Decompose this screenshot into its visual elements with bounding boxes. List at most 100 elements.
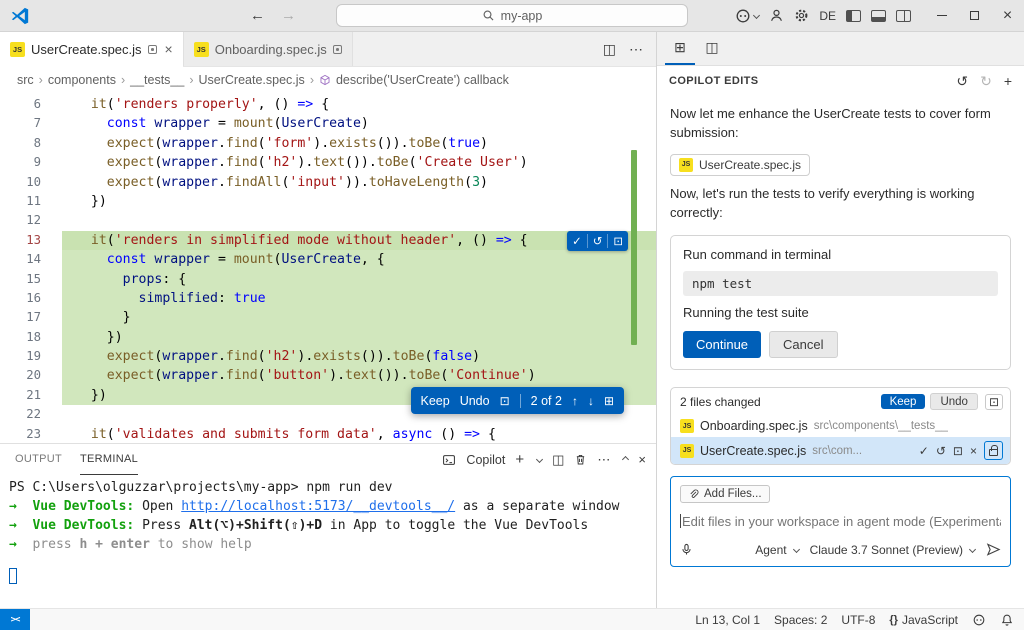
accept-change-icon[interactable]: ✓	[567, 234, 587, 248]
code-line[interactable]: 13 it('renders in simplified mode withou…	[0, 231, 656, 250]
back-icon[interactable]: ←	[250, 7, 265, 24]
discard-file-icon[interactable]: ↺	[936, 444, 946, 458]
accept-file-icon[interactable]: ✓	[919, 444, 929, 458]
modified-indicator[interactable]	[333, 45, 342, 54]
code-line[interactable]: 14 const wrapper = mount(UserCreate, {	[0, 250, 656, 269]
breadcrumb-item[interactable]: UserCreate.spec.js	[199, 73, 305, 87]
text-cursor	[680, 514, 681, 528]
editor-more-actions-icon[interactable]: ⋯	[629, 41, 643, 58]
close-panel-icon[interactable]: ×	[638, 452, 646, 467]
cancel-button[interactable]: Cancel	[769, 331, 837, 358]
toggle-secondary-sidebar-icon[interactable]	[896, 10, 911, 22]
undo-all-files-button[interactable]: Undo	[930, 393, 978, 410]
forward-icon[interactable]: →	[281, 7, 296, 24]
terminal-profile-label[interactable]: Copilot	[466, 453, 505, 467]
code-line[interactable]: 6 it('renders properly', () => {	[0, 95, 656, 114]
terminal-link[interactable]: http://localhost:5173/__devtools__/	[181, 499, 455, 514]
file-chip[interactable]: JS UserCreate.spec.js	[670, 154, 810, 176]
code-line[interactable]: 16 simplified: true	[0, 289, 656, 308]
open-diff-icon[interactable]: ⊡	[953, 444, 963, 458]
open-changes-icon[interactable]: ⊞	[604, 394, 614, 408]
kill-terminal-icon[interactable]	[574, 453, 587, 466]
toggle-panel-icon[interactable]	[871, 10, 886, 22]
code-line[interactable]: 20 expect(wrapper.find('button').text())…	[0, 366, 656, 385]
code-line[interactable]: 17 }	[0, 308, 656, 327]
open-file-icon[interactable]: ⊡	[500, 394, 510, 408]
keep-all-files-button[interactable]: Keep	[881, 394, 926, 409]
maximize-panel-icon[interactable]	[622, 456, 629, 463]
undo-last-edit-icon[interactable]: ↺	[956, 73, 968, 90]
close-file-icon[interactable]: ×	[970, 444, 977, 458]
accounts-icon[interactable]	[769, 8, 784, 23]
settings-gear-icon[interactable]	[794, 8, 809, 23]
split-editor-icon[interactable]: ◫	[603, 41, 616, 58]
command-center-search[interactable]: my-app	[336, 4, 688, 27]
code-line[interactable]: 10 expect(wrapper.findAll('input')).toHa…	[0, 173, 656, 192]
maximize-button[interactable]	[958, 0, 991, 32]
keep-button[interactable]: Keep	[421, 394, 450, 408]
code-text: props: {	[62, 270, 656, 289]
terminal-output[interactable]: PS C:\Users\olguzzar\projects\my-app> np…	[0, 475, 656, 608]
code-line[interactable]: 8 expect(wrapper.find('form').exists()).…	[0, 134, 656, 153]
profile-badge[interactable]: DE	[819, 9, 836, 23]
redo-last-edit-icon[interactable]: ↻	[980, 73, 992, 90]
chat-view-icon[interactable]: ◫	[697, 32, 727, 65]
changed-file-row[interactable]: JSOnboarding.spec.jssrc\components\__tes…	[671, 415, 1010, 437]
code-line[interactable]: 9 expect(wrapper.find('h2').text()).toBe…	[0, 153, 656, 172]
new-edit-session-icon[interactable]: +	[1004, 73, 1012, 89]
code-line[interactable]: 12	[0, 211, 656, 230]
terminal-lines: PS C:\Users\olguzzar\projects\my-app> np…	[9, 478, 656, 554]
previous-edit-icon[interactable]: ↑	[572, 394, 578, 408]
cursor-position[interactable]: Ln 13, Col 1	[695, 613, 760, 627]
changed-file-row[interactable]: JSUserCreate.spec.jssrc\com...✓↺⊡×	[671, 437, 1010, 464]
code-line[interactable]: 15 props: {	[0, 270, 656, 289]
breadcrumb-item[interactable]: describe('UserCreate') callback	[336, 73, 509, 87]
agent-mode-dropdown[interactable]: Agent	[755, 543, 798, 557]
panel-tab-output[interactable]: OUTPUT	[15, 444, 62, 475]
panel-tab-terminal[interactable]: TERMINAL	[80, 444, 138, 475]
view-all-edits-icon[interactable]: ⊡	[985, 394, 1003, 410]
code-line[interactable]: 18 })	[0, 328, 656, 347]
code-line[interactable]: 19 expect(wrapper.find('h2').exists()).t…	[0, 347, 656, 366]
encoding-setting[interactable]: UTF-8	[841, 613, 875, 627]
notifications-bell-icon[interactable]	[1000, 613, 1014, 627]
panel-more-actions-icon[interactable]: ⋯	[597, 452, 610, 468]
chat-input-box[interactable]: Add Files... Edit files in your workspac…	[670, 476, 1011, 567]
indentation-setting[interactable]: Spaces: 2	[774, 613, 827, 627]
copilot-edits-view-icon[interactable]: ⊞	[665, 32, 695, 65]
copilot-menu-icon[interactable]	[735, 8, 759, 24]
line-number: 8	[0, 134, 62, 153]
toggle-primary-sidebar-icon[interactable]	[846, 10, 861, 22]
remote-indicator[interactable]: ><	[0, 609, 30, 630]
edit-counter: 2 of 2	[531, 394, 562, 408]
discard-change-icon[interactable]: ↺	[587, 234, 608, 248]
close-tab-icon[interactable]: ×	[165, 41, 173, 57]
new-terminal-icon[interactable]: +	[515, 451, 524, 468]
modified-indicator[interactable]	[148, 45, 157, 54]
code-editor[interactable]: 6 it('renders properly', () => {7 const …	[0, 93, 656, 443]
view-change-icon[interactable]: ⊡	[607, 234, 628, 248]
breadcrumb-item[interactable]: __tests__	[130, 73, 184, 87]
breadcrumb-item[interactable]: src	[17, 73, 34, 87]
lock-icon[interactable]	[984, 441, 1003, 460]
code-line[interactable]: 23 it('validates and submits form data',…	[0, 425, 656, 443]
split-terminal-icon[interactable]: ◫	[552, 452, 564, 468]
continue-button[interactable]: Continue	[683, 331, 761, 358]
editor-tab[interactable]: JSOnboarding.spec.js	[184, 32, 353, 66]
secondary-sidebar: ⊞ ◫ COPILOT EDITS ↺ ↻ + Now let me enhan…	[656, 32, 1024, 608]
close-window-button[interactable]: ×	[991, 0, 1024, 32]
minimize-button[interactable]	[925, 0, 958, 32]
model-dropdown[interactable]: Claude 3.7 Sonnet (Preview)	[810, 543, 975, 557]
undo-button[interactable]: Undo	[460, 394, 490, 408]
copilot-status-icon[interactable]	[972, 613, 986, 627]
add-files-button[interactable]: Add Files...	[680, 485, 770, 503]
editor-tab[interactable]: JSUserCreate.spec.js×	[0, 32, 184, 66]
next-edit-icon[interactable]: ↓	[588, 394, 594, 408]
code-line[interactable]: 7 const wrapper = mount(UserCreate)	[0, 114, 656, 133]
breadcrumb-item[interactable]: components	[48, 73, 116, 87]
mic-icon[interactable]	[680, 543, 693, 556]
send-icon[interactable]	[986, 542, 1001, 557]
language-mode[interactable]: {}JavaScript	[889, 613, 958, 627]
code-line[interactable]: 11 })	[0, 192, 656, 211]
terminal-profile-dropdown-icon[interactable]	[536, 456, 543, 463]
